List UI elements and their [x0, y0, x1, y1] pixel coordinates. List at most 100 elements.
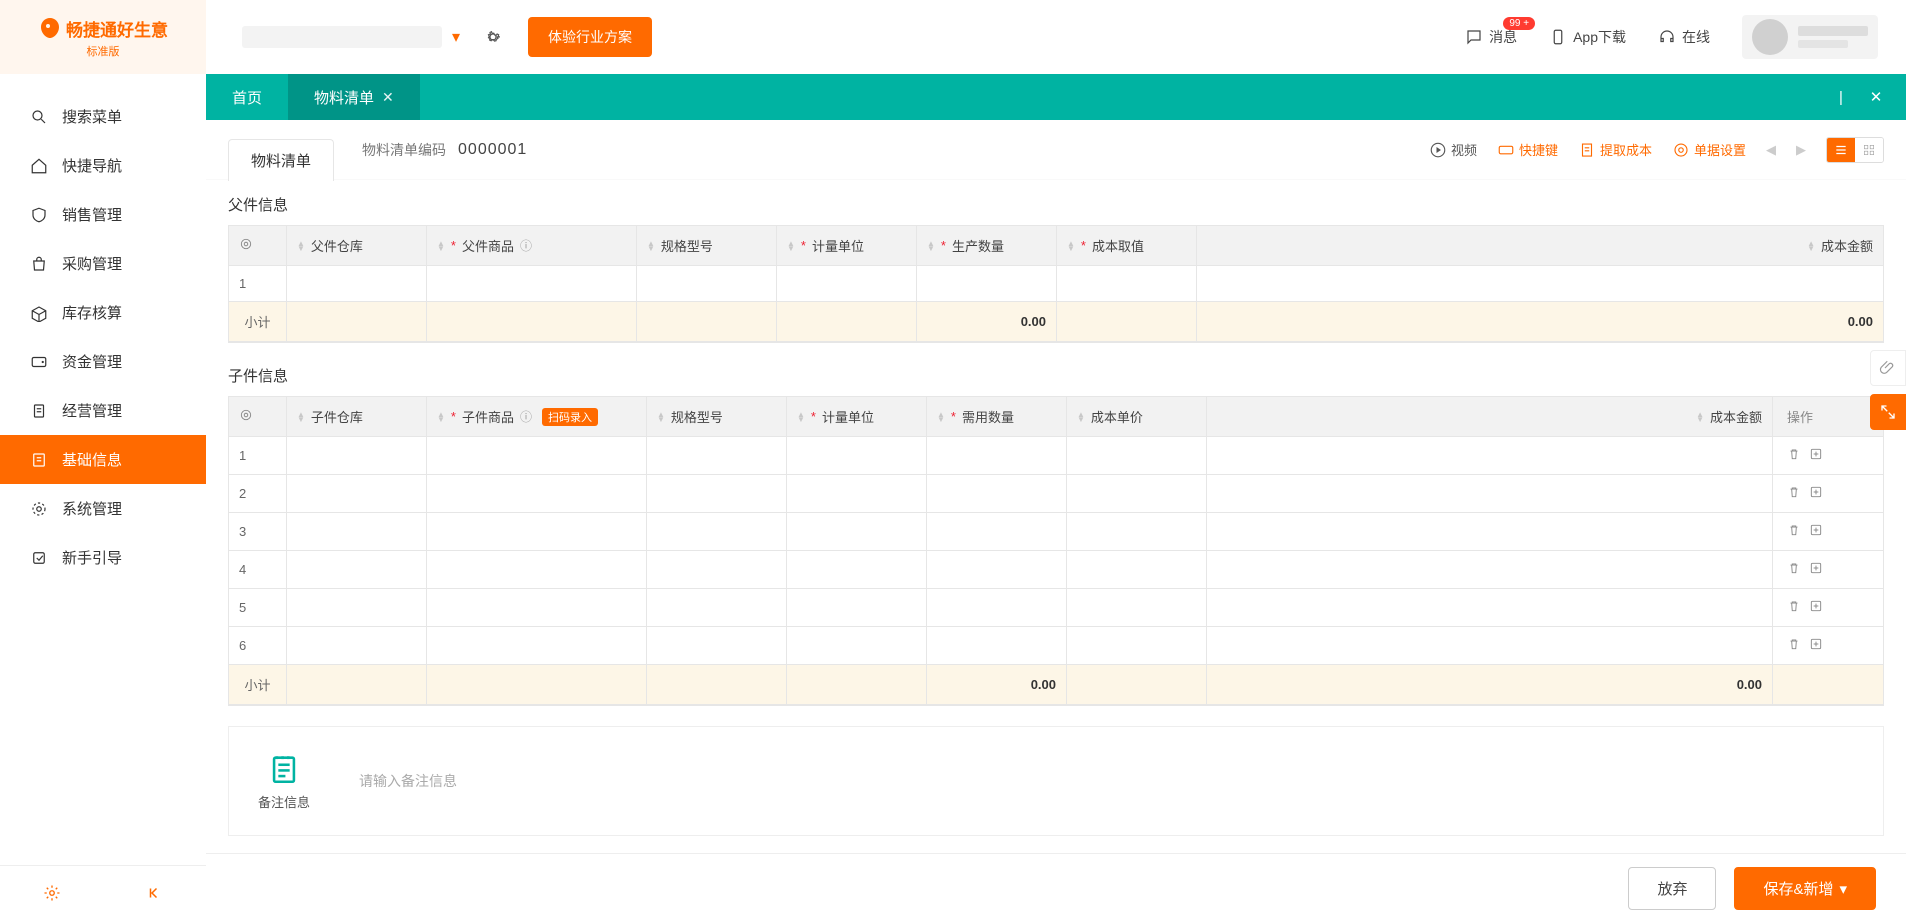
sidebar-item-guide[interactable]: 新手引导: [0, 533, 206, 582]
cell[interactable]: [1207, 513, 1773, 551]
cell[interactable]: [287, 513, 427, 551]
col-config[interactable]: [229, 226, 287, 266]
sidebar-settings-button[interactable]: [43, 884, 61, 905]
messages-button[interactable]: 消息 99 +: [1465, 27, 1517, 47]
table-row[interactable]: 6: [229, 627, 1883, 665]
cell[interactable]: [287, 551, 427, 589]
cell[interactable]: [1207, 551, 1773, 589]
cell[interactable]: [777, 266, 917, 302]
app-download-button[interactable]: App下载: [1549, 27, 1626, 47]
delete-row-button[interactable]: [1787, 563, 1801, 578]
add-row-button[interactable]: [1809, 563, 1823, 578]
scan-input-button[interactable]: 扫码录入: [542, 408, 598, 426]
col-config[interactable]: [229, 397, 287, 437]
close-icon[interactable]: ✕: [382, 89, 394, 106]
col-child-cost-amount[interactable]: ▲▼成本金额: [1207, 397, 1773, 437]
cell[interactable]: [1207, 437, 1773, 475]
col-parent-product[interactable]: ▲▼*父件商品ⓘ: [427, 226, 637, 266]
cell[interactable]: [427, 551, 647, 589]
add-row-button[interactable]: [1809, 449, 1823, 464]
col-parent-cost-amount[interactable]: ▲▼成本金额: [1197, 226, 1883, 266]
cell[interactable]: [787, 627, 927, 665]
tab-bom[interactable]: 物料清单 ✕: [288, 74, 420, 120]
user-menu[interactable]: [1742, 15, 1878, 59]
col-child-product[interactable]: ▲▼*子件商品ⓘ扫码录入: [427, 397, 647, 437]
table-row[interactable]: 1: [229, 266, 1883, 302]
cell[interactable]: [917, 266, 1057, 302]
cell[interactable]: [1067, 513, 1207, 551]
cell[interactable]: [647, 627, 787, 665]
doc-settings-button[interactable]: 单据设置: [1672, 140, 1746, 159]
cell[interactable]: [787, 551, 927, 589]
help-icon[interactable]: ⓘ: [520, 408, 532, 425]
cancel-button[interactable]: 放弃: [1628, 867, 1716, 910]
org-settings-button[interactable]: [480, 24, 506, 50]
delete-row-button[interactable]: [1787, 525, 1801, 540]
sidebar-item-business[interactable]: 经营管理: [0, 386, 206, 435]
cell[interactable]: [427, 589, 647, 627]
cell[interactable]: [1057, 266, 1197, 302]
cell[interactable]: [1067, 627, 1207, 665]
expand-button[interactable]: [1870, 394, 1906, 430]
cell[interactable]: [787, 513, 927, 551]
col-child-warehouse[interactable]: ▲▼子件仓库: [287, 397, 427, 437]
cell[interactable]: [287, 266, 427, 302]
next-doc-button[interactable]: ▶: [1796, 142, 1806, 158]
cell[interactable]: [927, 627, 1067, 665]
add-row-button[interactable]: [1809, 487, 1823, 502]
table-row[interactable]: 2: [229, 475, 1883, 513]
tab-home[interactable]: 首页: [206, 74, 288, 120]
table-row[interactable]: 3: [229, 513, 1883, 551]
cell[interactable]: [427, 266, 637, 302]
cell[interactable]: [1197, 266, 1883, 302]
delete-row-button[interactable]: [1787, 639, 1801, 654]
table-row[interactable]: 1: [229, 437, 1883, 475]
cell[interactable]: [1207, 589, 1773, 627]
cell[interactable]: [427, 437, 647, 475]
col-parent-cost-method[interactable]: ▲▼*成本取值: [1057, 226, 1197, 266]
table-row[interactable]: 4: [229, 551, 1883, 589]
trial-button[interactable]: 体验行业方案: [528, 17, 652, 57]
col-parent-qty[interactable]: ▲▼*生产数量: [917, 226, 1057, 266]
sidebar-item-purchase[interactable]: 采购管理: [0, 239, 206, 288]
sidebar-item-basic-info[interactable]: 基础信息: [0, 435, 206, 484]
cell[interactable]: [287, 475, 427, 513]
video-help-button[interactable]: 视频: [1429, 140, 1477, 159]
add-row-button[interactable]: [1809, 601, 1823, 616]
cell[interactable]: [647, 551, 787, 589]
cell[interactable]: [647, 589, 787, 627]
cell[interactable]: [927, 589, 1067, 627]
col-parent-unit[interactable]: ▲▼*计量单位: [777, 226, 917, 266]
cell[interactable]: [287, 437, 427, 475]
cell[interactable]: [427, 513, 647, 551]
help-icon[interactable]: ⓘ: [520, 237, 532, 254]
form-tab[interactable]: 物料清单: [228, 139, 334, 181]
online-support-button[interactable]: 在线: [1658, 27, 1710, 47]
cell[interactable]: [1207, 475, 1773, 513]
cell[interactable]: [1207, 627, 1773, 665]
attachment-button[interactable]: [1870, 350, 1906, 386]
prev-doc-button[interactable]: ◀: [1766, 142, 1776, 158]
sidebar-item-quick-nav[interactable]: 快捷导航: [0, 141, 206, 190]
col-parent-spec[interactable]: ▲▼规格型号: [637, 226, 777, 266]
close-all-tabs-button[interactable]: ✕: [1856, 74, 1896, 120]
cell[interactable]: [1067, 551, 1207, 589]
cell[interactable]: [287, 627, 427, 665]
col-child-spec[interactable]: ▲▼规格型号: [647, 397, 787, 437]
cell[interactable]: [927, 513, 1067, 551]
cell[interactable]: [1067, 589, 1207, 627]
cell[interactable]: [787, 475, 927, 513]
add-row-button[interactable]: [1809, 639, 1823, 654]
remark-input[interactable]: 请输入备注信息: [339, 727, 1883, 835]
save-and-new-button[interactable]: 保存&新增 ▾: [1734, 867, 1876, 910]
cell[interactable]: [927, 551, 1067, 589]
col-child-need-qty[interactable]: ▲▼*需用数量: [927, 397, 1067, 437]
delete-row-button[interactable]: [1787, 601, 1801, 616]
table-row[interactable]: 5: [229, 589, 1883, 627]
delete-row-button[interactable]: [1787, 487, 1801, 502]
org-selector[interactable]: ▾: [242, 26, 460, 48]
extract-cost-button[interactable]: 提取成本: [1578, 140, 1652, 159]
shortcut-button[interactable]: 快捷键: [1497, 140, 1558, 159]
card-view-button[interactable]: [1855, 138, 1883, 162]
col-parent-warehouse[interactable]: ▲▼父件仓库: [287, 226, 427, 266]
